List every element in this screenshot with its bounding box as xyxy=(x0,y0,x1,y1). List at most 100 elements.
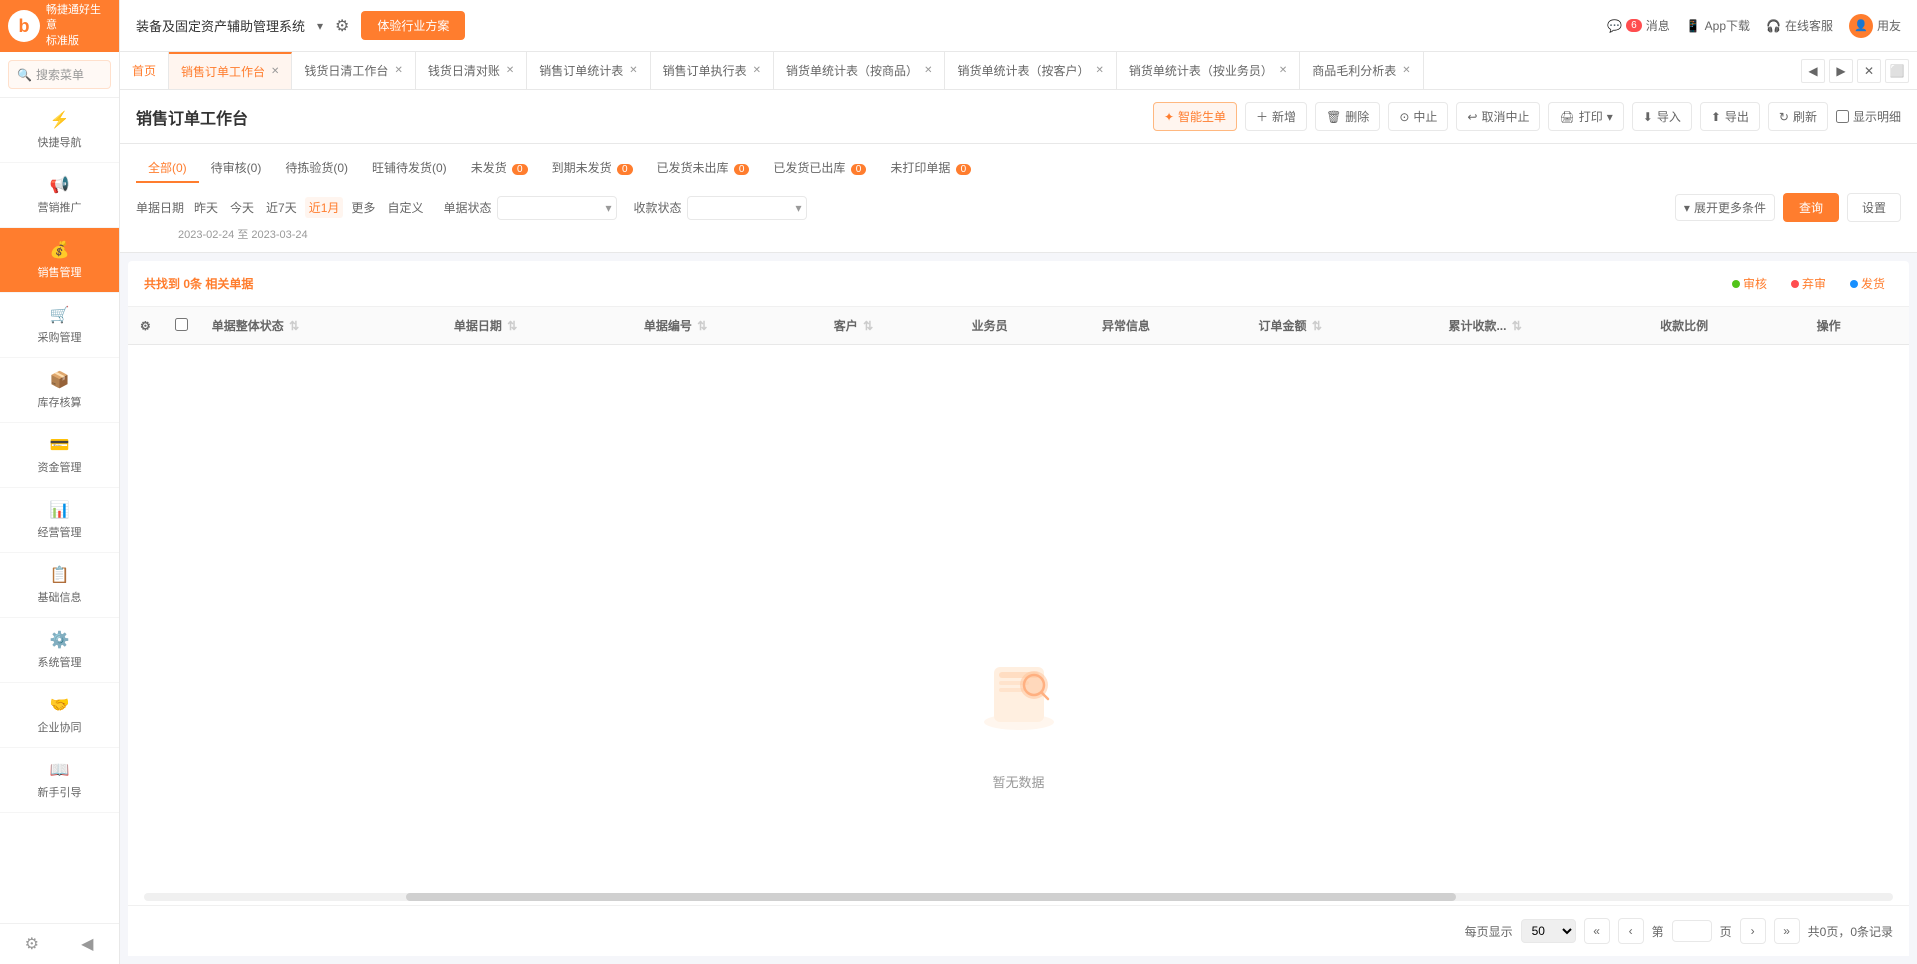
page-first-btn[interactable]: « xyxy=(1584,918,1610,944)
online-service-btn[interactable]: 🎧 在线客服 xyxy=(1766,17,1833,34)
date-today-btn[interactable]: 今天 xyxy=(226,197,258,218)
tab-close-icon[interactable]: ✕ xyxy=(629,65,637,76)
filter-tab-pending-review[interactable]: 待审核(0) xyxy=(199,154,274,183)
col-bill-date[interactable]: 单据日期 ⇅ xyxy=(442,307,632,345)
filter-tab-overdue[interactable]: 到期未发货 0 xyxy=(540,154,645,183)
search-menu-btn[interactable]: 🔍 搜索菜单 xyxy=(8,60,111,89)
app-download-btn[interactable]: 📱 App下载 xyxy=(1686,17,1750,34)
sidebar-item-basic-info[interactable]: 📋 基础信息 xyxy=(0,553,119,618)
filter-tab-all[interactable]: 全部(0) xyxy=(136,154,199,183)
sidebar-item-quick-nav[interactable]: ⚡ 快捷导航 xyxy=(0,98,119,163)
import-btn[interactable]: ⬇ 导入 xyxy=(1632,102,1692,131)
filter-tab-shipped-no-out[interactable]: 已发货未出库 0 xyxy=(645,154,762,183)
refresh-btn[interactable]: ↻ 刷新 xyxy=(1768,102,1828,131)
tab-scroll-left-btn[interactable]: ◀ xyxy=(1801,59,1825,83)
chevron-down-icon: ▾ xyxy=(317,19,323,33)
sidebar-item-marketing[interactable]: 📢 营销推广 xyxy=(0,163,119,228)
expand-more-btn[interactable]: ▾ 展开更多条件 xyxy=(1675,194,1775,221)
date-1month-btn[interactable]: 近1月 xyxy=(305,197,344,218)
filter-tab-pending-pick[interactable]: 待拣验货(0) xyxy=(273,154,360,183)
page-size-select[interactable]: 20 50 100 xyxy=(1521,919,1576,943)
tab-sales-by-product[interactable]: 销货单统计表（按商品） ✕ xyxy=(774,52,945,90)
tab-sales-by-staff[interactable]: 销货单统计表（按业务员） ✕ xyxy=(1117,52,1300,90)
display-detail-input[interactable] xyxy=(1836,110,1849,123)
sidebar-item-finance[interactable]: 💳 资金管理 xyxy=(0,423,119,488)
col-order-amount[interactable]: 订单金额 ⇅ xyxy=(1246,307,1436,345)
header-settings-icon[interactable]: ⚙ xyxy=(335,16,349,36)
ship-action-btn[interactable]: 发货 xyxy=(1842,271,1893,296)
anti-review-action-btn[interactable]: 弃审 xyxy=(1783,271,1834,296)
col-bill-status[interactable]: 单据整体状态 ⇅ xyxy=(200,307,442,345)
page-number-input[interactable]: 1 xyxy=(1672,920,1712,942)
collapse-sidebar-btn[interactable]: ◀ xyxy=(64,934,112,954)
sidebar-item-inventory[interactable]: 📦 库存核算 xyxy=(0,358,119,423)
tab-close-icon[interactable]: ✕ xyxy=(394,65,402,76)
page-next-btn[interactable]: › xyxy=(1740,918,1766,944)
col-payment-ratio[interactable]: 收款比例 xyxy=(1648,307,1804,345)
tab-close-icon[interactable]: ✕ xyxy=(506,65,514,76)
tab-gross-profit[interactable]: 商品毛利分析表 ✕ xyxy=(1300,52,1423,90)
col-settings[interactable]: ⚙ xyxy=(128,307,163,345)
tab-maximize-btn[interactable]: ⬜ xyxy=(1885,59,1909,83)
query-btn[interactable]: 查询 xyxy=(1783,193,1839,222)
col-staff[interactable]: 业务员 xyxy=(960,307,1090,345)
date-yesterday-btn[interactable]: 昨天 xyxy=(190,197,222,218)
tab-close-icon[interactable]: ✕ xyxy=(1402,65,1410,76)
sidebar-item-management[interactable]: 📊 经营管理 xyxy=(0,488,119,553)
tab-cash-daily-reconcile[interactable]: 钱货日清对账 ✕ xyxy=(416,52,527,90)
user-menu-btn[interactable]: 👤 用友 xyxy=(1849,14,1901,38)
col-exception[interactable]: 异常信息 xyxy=(1090,307,1246,345)
col-accum-payment[interactable]: 累计收款... ⇅ xyxy=(1436,307,1648,345)
print-btn[interactable]: 🖨 打印 ▾ xyxy=(1548,102,1623,131)
tab-scroll-right-btn[interactable]: ▶ xyxy=(1829,59,1853,83)
new-btn[interactable]: ＋ 新增 xyxy=(1245,102,1307,131)
stop-btn[interactable]: ⊙ 中止 xyxy=(1388,102,1448,131)
message-btn[interactable]: 💬 6 消息 xyxy=(1607,17,1670,34)
tab-close-icon[interactable]: ✕ xyxy=(753,65,761,76)
tab-sales-order-stats[interactable]: 销售订单统计表 ✕ xyxy=(527,52,650,90)
date-more-btn[interactable]: 更多 xyxy=(347,197,379,218)
sidebar-item-purchase[interactable]: 🛒 采购管理 xyxy=(0,293,119,358)
sidebar-item-enterprise[interactable]: 🤝 企业协同 xyxy=(0,683,119,748)
tab-cash-daily-workbench[interactable]: 钱货日清工作台 ✕ xyxy=(292,52,415,90)
col-bill-no[interactable]: 单据编号 ⇅ xyxy=(632,307,822,345)
system-dropdown[interactable]: ▾ xyxy=(317,19,323,33)
export-btn[interactable]: ⬆ 导出 xyxy=(1700,102,1760,131)
page-last-btn[interactable]: » xyxy=(1774,918,1800,944)
filter-tab-not-shipped[interactable]: 未发货 0 xyxy=(459,154,540,183)
filter-tab-shipped-out[interactable]: 已发货已出库 0 xyxy=(761,154,878,183)
tab-close-icon[interactable]: ✕ xyxy=(1095,65,1103,76)
filter-tab-no-print[interactable]: 未打印单据 0 xyxy=(878,154,983,183)
cancel-stop-btn[interactable]: ↩ 取消中止 xyxy=(1456,102,1540,131)
trial-btn[interactable]: 体验行业方案 xyxy=(361,11,465,40)
ai-gen-btn[interactable]: ✦ 智能生单 xyxy=(1153,102,1237,131)
status-select[interactable] xyxy=(497,196,617,220)
tab-sales-order-workbench[interactable]: 销售订单工作台 ✕ xyxy=(169,52,292,90)
date-7days-btn[interactable]: 近7天 xyxy=(262,197,301,218)
tab-sales-order-exec[interactable]: 销售订单执行表 ✕ xyxy=(651,52,774,90)
page-prev-btn[interactable]: ‹ xyxy=(1618,918,1644,944)
sidebar-item-sales[interactable]: 💰 销售管理 xyxy=(0,228,119,293)
tab-close-icon[interactable]: ✕ xyxy=(271,66,279,77)
tab-close-icon[interactable]: ✕ xyxy=(1279,65,1287,76)
col-customer[interactable]: 客户 ⇅ xyxy=(822,307,960,345)
horizontal-scrollbar[interactable] xyxy=(144,893,1893,901)
filter-tab-wangpu[interactable]: 旺铺待发货(0) xyxy=(360,154,459,183)
select-all-checkbox[interactable] xyxy=(175,318,188,331)
tab-sales-by-customer[interactable]: 销货单统计表（按客户） ✕ xyxy=(945,52,1116,90)
review-action-btn[interactable]: 审核 xyxy=(1724,271,1775,296)
payment-select[interactable] xyxy=(687,196,807,220)
date-custom-btn[interactable]: 自定义 xyxy=(383,197,427,218)
setup-btn[interactable]: 设置 xyxy=(1847,193,1901,222)
tab-close-all-btn[interactable]: ✕ xyxy=(1857,59,1881,83)
delete-btn[interactable]: 🗑 删除 xyxy=(1315,102,1380,131)
col-checkbox[interactable] xyxy=(163,307,200,345)
tab-home[interactable]: 首页 xyxy=(120,52,169,90)
sidebar-item-newbie[interactable]: 📖 新手引导 xyxy=(0,748,119,813)
sidebar-search[interactable]: 🔍 搜索菜单 xyxy=(0,52,119,98)
display-detail-checkbox[interactable]: 显示明细 xyxy=(1836,108,1901,125)
settings-bottom-btn[interactable]: ⚙ xyxy=(8,934,56,954)
tab-close-icon[interactable]: ✕ xyxy=(924,65,932,76)
sidebar-item-system[interactable]: ⚙️ 系统管理 xyxy=(0,618,119,683)
scrollbar-thumb[interactable] xyxy=(406,893,1455,901)
